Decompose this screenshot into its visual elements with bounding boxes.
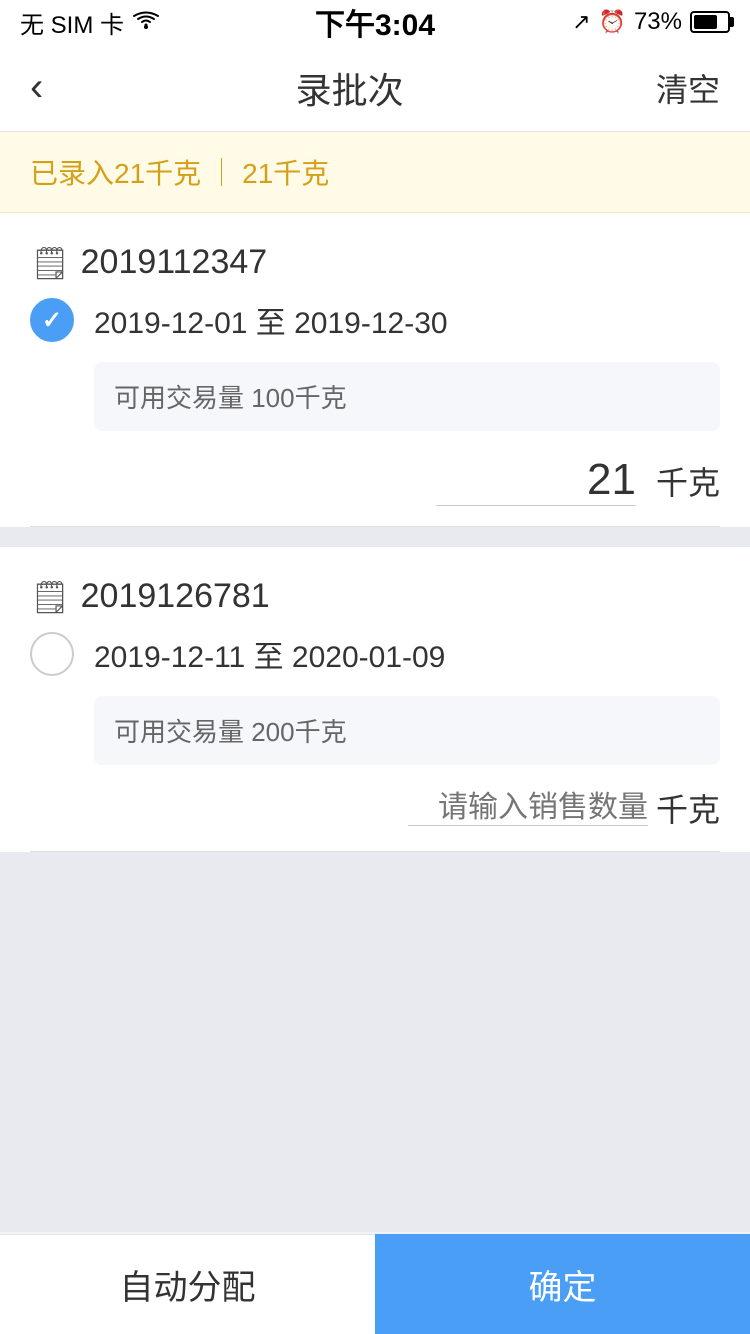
batch-1-radio[interactable]: ✓ bbox=[30, 298, 74, 342]
batch-1-id: 2019112347 bbox=[81, 243, 268, 282]
batch-1-container: 🗒 2019112347 ✓ 2019-12-01 至 2019-12-30 可… bbox=[0, 213, 750, 527]
recorded-amount: 已录入21千克 bbox=[30, 152, 201, 192]
batch-1-item: 🗒 2019112347 ✓ 2019-12-01 至 2019-12-30 可… bbox=[0, 213, 750, 431]
status-time: 下午3:04 bbox=[315, 0, 435, 44]
wifi-icon bbox=[132, 8, 160, 36]
batch-2-unit: 千克 bbox=[656, 785, 720, 831]
status-left: 无 SIM 卡 bbox=[20, 5, 160, 40]
bottom-bar: 自动分配 确定 bbox=[0, 1234, 750, 1334]
status-bar: 无 SIM 卡 下午3:04 ↗ ⏰ 73% bbox=[0, 0, 750, 44]
batch-2-id: 2019126781 bbox=[81, 577, 270, 616]
batch-2-date-row[interactable]: 2019-12-11 至 2020-01-09 bbox=[30, 632, 720, 676]
batch-1-date: 2019-12-01 至 2019-12-30 bbox=[94, 298, 448, 342]
empty-area bbox=[0, 852, 750, 1232]
batch-1-id-row: 🗒 2019112347 bbox=[30, 243, 720, 282]
page-title: 录批次 bbox=[296, 62, 404, 114]
batch-1-check-icon: ✓ bbox=[42, 306, 62, 335]
total-amount: 21千克 bbox=[242, 152, 329, 192]
status-right: ↗ ⏰ 73% bbox=[572, 8, 730, 36]
nav-bar: ‹ 录批次 清空 bbox=[0, 44, 750, 132]
batch-2-quantity-input[interactable] bbox=[408, 791, 648, 826]
batch-2-item: 🗒 2019126781 2019-12-11 至 2020-01-09 可用交… bbox=[0, 547, 750, 765]
batch-2-date: 2019-12-11 至 2020-01-09 bbox=[94, 632, 445, 676]
batch-2-avail: 可用交易量 200千克 bbox=[94, 696, 720, 765]
info-banner: 已录入21千克 21千克 bbox=[0, 132, 750, 213]
batch-1-avail: 可用交易量 100千克 bbox=[94, 362, 720, 431]
batch-2-id-row: 🗒 2019126781 bbox=[30, 577, 720, 616]
battery-pct: 73% bbox=[634, 8, 682, 36]
batch-2-doc-icon: 🗒 bbox=[30, 578, 71, 616]
batch-2-container: 🗒 2019126781 2019-12-11 至 2020-01-09 可用交… bbox=[0, 547, 750, 852]
batch-1-quantity-input[interactable] bbox=[436, 455, 636, 506]
clear-button[interactable]: 清空 bbox=[656, 65, 720, 111]
back-button[interactable]: ‹ bbox=[30, 65, 43, 110]
auto-distribute-button[interactable]: 自动分配 bbox=[0, 1234, 375, 1334]
batch-1-doc-icon: 🗒 bbox=[30, 244, 71, 282]
alarm-icon: ⏰ bbox=[599, 9, 626, 35]
batch-2-radio[interactable] bbox=[30, 632, 74, 676]
batch-1-unit: 千克 bbox=[656, 458, 720, 504]
location-icon: ↗ bbox=[572, 9, 590, 35]
batch-1-quantity-row: 千克 bbox=[0, 431, 750, 506]
section-divider bbox=[0, 527, 750, 547]
carrier-text: 无 SIM 卡 bbox=[20, 5, 124, 40]
batch-1-date-row[interactable]: ✓ 2019-12-01 至 2019-12-30 bbox=[30, 298, 720, 342]
confirm-button[interactable]: 确定 bbox=[375, 1234, 750, 1334]
banner-divider bbox=[221, 158, 222, 186]
batch-2-quantity-row: 千克 bbox=[0, 765, 750, 831]
battery-icon bbox=[690, 11, 730, 33]
